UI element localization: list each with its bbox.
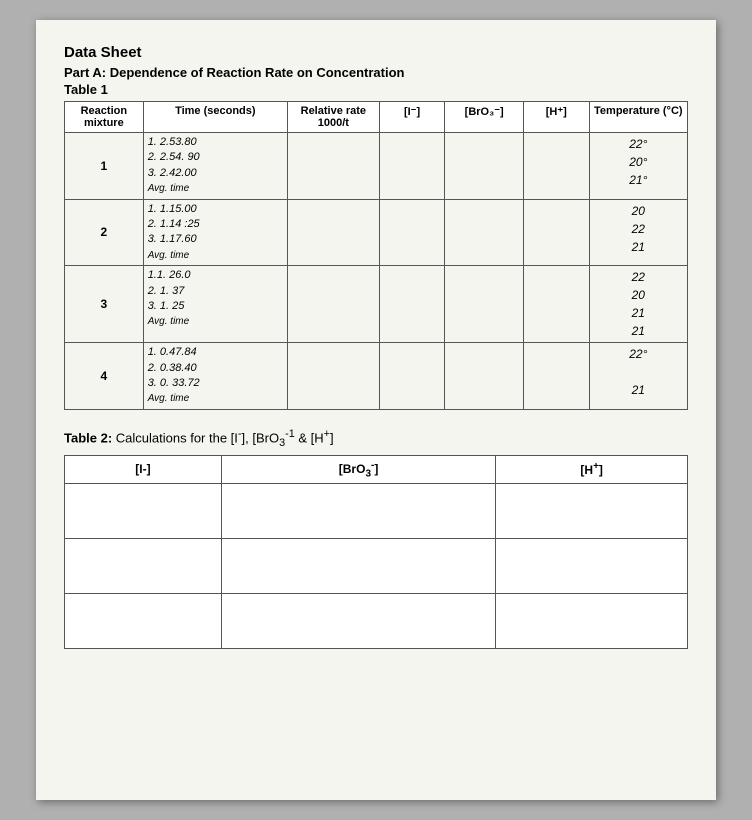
table2-I-2 [65, 539, 222, 594]
time-col-2: 1. 1.15.00 2. 1.14 :25 3. 1.17.60 Avg. t… [143, 199, 287, 266]
temp-4: 22°21 [589, 343, 687, 410]
time-entries-4: 1. 0.47.84 2. 0.38.40 3. 0. 33.72 Avg. t… [148, 345, 283, 407]
table1: Reaction mixture Time (seconds) Relative… [64, 101, 688, 410]
table2-BrO3-3 [221, 594, 495, 649]
table2-section: Table 2: Calculations for the [I-], [BrO… [64, 428, 688, 649]
col-header-reaction: Reaction mixture [65, 102, 144, 133]
table-row: 1 1. 2.53.80 2. 2.54. 90 3. 2.42.00 Avg.… [65, 133, 688, 200]
col-header-H: [H⁺] [524, 102, 590, 133]
page-title: Data Sheet [64, 44, 688, 61]
BrO3-2 [445, 199, 524, 266]
reaction-num-1: 1 [65, 133, 144, 200]
col-header-BrO3: [BrO₃⁻] [445, 102, 524, 133]
H-1 [524, 133, 590, 200]
col-header-temp: Temperature (°C) [589, 102, 687, 133]
temp-values-4: 22°21 [594, 345, 683, 399]
table2-row-3 [65, 594, 688, 649]
BrO3-3 [445, 266, 524, 343]
temp-3: 22202121 [589, 266, 687, 343]
table2-col-header-BrO3: [BrO3-] [221, 455, 495, 483]
table2-H-3 [496, 594, 688, 649]
table2-H-2 [496, 539, 688, 594]
table2-col-header-I: [I-] [65, 455, 222, 483]
reaction-num-2: 2 [65, 199, 144, 266]
H-3 [524, 266, 590, 343]
table2-title: Table 2: Calculations for the [I-], [BrO… [64, 428, 688, 449]
table2-BrO3-1 [221, 484, 495, 539]
BrO3-1 [445, 133, 524, 200]
temp-1: 22°20°21° [589, 133, 687, 200]
table-row: 3 1.1. 26.0 2. 1. 37 3. 1. 25 Avg. time … [65, 266, 688, 343]
table-row: 2 1. 1.15.00 2. 1.14 :25 3. 1.17.60 Avg.… [65, 199, 688, 266]
time-entries-2: 1. 1.15.00 2. 1.14 :25 3. 1.17.60 Avg. t… [148, 202, 283, 264]
table2: [I-] [BrO3-] [H+] [64, 455, 688, 649]
table2-row-1 [65, 484, 688, 539]
table2-I-3 [65, 594, 222, 649]
col-header-I: [I⁻] [379, 102, 445, 133]
temp-2: 202221 [589, 199, 687, 266]
table-row: 4 1. 0.47.84 2. 0.38.40 3. 0. 33.72 Avg.… [65, 343, 688, 410]
time-entries-3: 1.1. 26.0 2. 1. 37 3. 1. 25 Avg. time [148, 268, 283, 330]
time-entries-1: 1. 2.53.80 2. 2.54. 90 3. 2.42.00 Avg. t… [148, 135, 283, 197]
col-header-relative-rate: Relative rate 1000/t [287, 102, 379, 133]
relative-rate-1 [287, 133, 379, 200]
temp-values-3: 22202121 [594, 268, 683, 340]
BrO3-4 [445, 343, 524, 410]
I-1 [379, 133, 445, 200]
table2-label: Table 2: [64, 430, 112, 445]
reaction-num-3: 3 [65, 266, 144, 343]
temp-values-1: 22°20°21° [594, 135, 683, 189]
table2-col-header-H: [H+] [496, 455, 688, 483]
temp-values-2: 202221 [594, 202, 683, 256]
table2-BrO3-2 [221, 539, 495, 594]
table2-row-2 [65, 539, 688, 594]
col-header-time: Time (seconds) [143, 102, 287, 133]
time-col-4: 1. 0.47.84 2. 0.38.40 3. 0. 33.72 Avg. t… [143, 343, 287, 410]
relative-rate-2 [287, 199, 379, 266]
time-col-3: 1.1. 26.0 2. 1. 37 3. 1. 25 Avg. time [143, 266, 287, 343]
H-2 [524, 199, 590, 266]
table1-label: Table 1 [64, 82, 688, 97]
relative-rate-4 [287, 343, 379, 410]
section-title: Part A: Dependence of Reaction Rate on C… [64, 65, 688, 80]
relative-rate-3 [287, 266, 379, 343]
I-3 [379, 266, 445, 343]
table2-I-1 [65, 484, 222, 539]
I-4 [379, 343, 445, 410]
H-4 [524, 343, 590, 410]
reaction-num-4: 4 [65, 343, 144, 410]
time-col-1: 1. 2.53.80 2. 2.54. 90 3. 2.42.00 Avg. t… [143, 133, 287, 200]
page: Data Sheet Part A: Dependence of Reactio… [36, 20, 716, 800]
I-2 [379, 199, 445, 266]
table2-H-1 [496, 484, 688, 539]
